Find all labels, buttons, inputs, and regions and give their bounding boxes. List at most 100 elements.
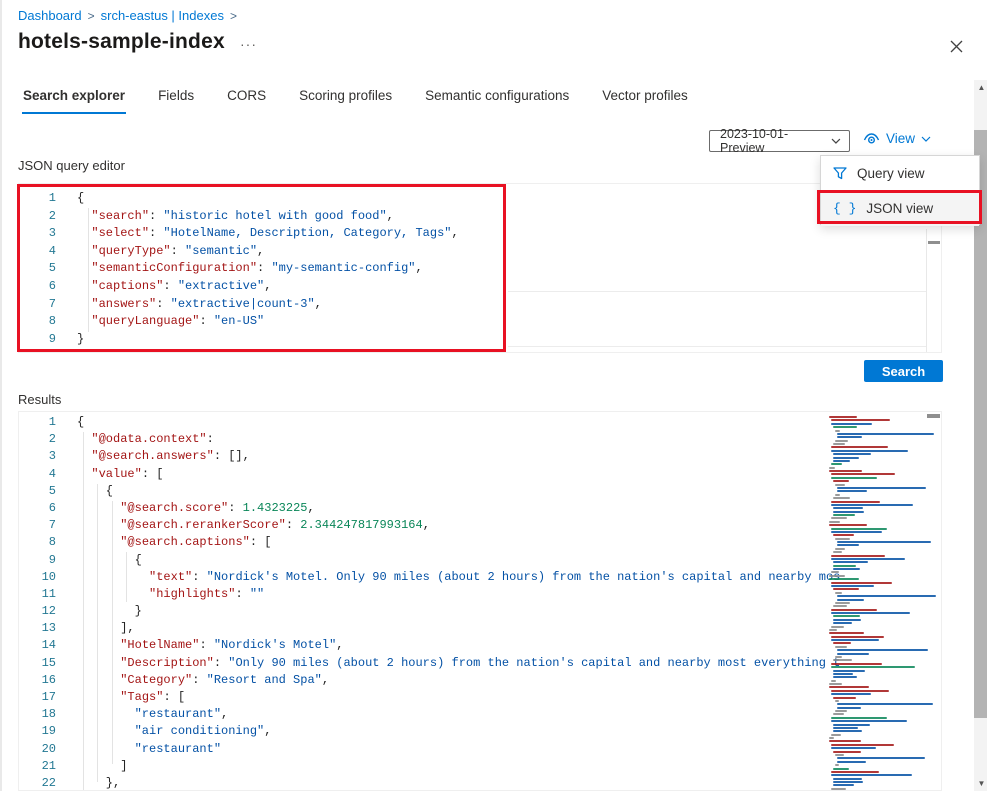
results-editor[interactable]: 1{2 "@odata.context":3 "@search.answers"… xyxy=(18,411,942,791)
editor-line xyxy=(508,291,927,292)
api-version-dropdown[interactable]: 2023-10-01-Preview xyxy=(709,130,850,152)
code-line[interactable]: 19 "air conditioning", xyxy=(19,723,941,740)
code-line[interactable]: 11 "highlights": "" xyxy=(19,586,941,603)
code-line[interactable]: 6 "@search.score": 1.4323225, xyxy=(19,500,941,517)
code-line[interactable]: 2 "@odata.context": xyxy=(19,431,941,448)
code-text: ] xyxy=(64,758,127,775)
code-line[interactable]: 13 ], xyxy=(19,620,941,637)
minimap-line xyxy=(833,615,860,617)
minimap-line xyxy=(835,494,840,496)
minimap-line xyxy=(833,480,849,482)
api-version-value: 2023-10-01-Preview xyxy=(720,127,831,155)
line-number: 18 xyxy=(19,706,64,723)
close-button[interactable] xyxy=(946,36,966,56)
indent-guide xyxy=(126,552,127,602)
scroll-down-icon[interactable]: ▼ xyxy=(974,776,987,791)
code-text: "semanticConfiguration": "my-semantic-co… xyxy=(64,260,423,278)
code-line[interactable]: 5 { xyxy=(19,483,941,500)
line-number: 5 xyxy=(19,260,64,278)
line-number: 16 xyxy=(19,672,64,689)
code-line[interactable]: 3 "select": "HotelName, Description, Cat… xyxy=(19,225,941,243)
tab-search-explorer[interactable]: Search explorer xyxy=(22,85,126,114)
minimap-line xyxy=(833,443,845,445)
more-options-button[interactable]: ··· xyxy=(240,36,257,52)
breadcrumb-service-indexes[interactable]: srch-eastus | Indexes xyxy=(101,8,224,23)
tab-vector-profiles[interactable]: Vector profiles xyxy=(601,85,689,114)
minimap-line xyxy=(831,693,871,695)
minimap-line xyxy=(831,720,907,722)
code-line[interactable]: 21 ] xyxy=(19,758,941,775)
code-line[interactable]: 17 "Tags": [ xyxy=(19,689,941,706)
tab-strip: Search explorer Fields CORS Scoring prof… xyxy=(22,85,689,114)
view-menu-button[interactable]: View xyxy=(863,131,931,146)
minimap-line xyxy=(831,663,882,665)
minimap-line xyxy=(831,626,844,628)
minimap-line xyxy=(833,534,854,536)
code-text: "restaurant", xyxy=(64,706,228,723)
minimap-line xyxy=(831,774,912,776)
breadcrumb: Dashboard > srch-eastus | Indexes > xyxy=(18,8,237,23)
code-line[interactable]: 9 { xyxy=(19,552,941,569)
code-line[interactable]: 2 "search": "historic hotel with good fo… xyxy=(19,208,941,226)
editor-scrollbar-thumb[interactable] xyxy=(927,414,940,418)
code-line[interactable]: 18 "restaurant", xyxy=(19,706,941,723)
minimap-line xyxy=(829,416,857,418)
tab-cors[interactable]: CORS xyxy=(226,85,267,114)
results-label: Results xyxy=(18,392,61,407)
code-text: "@search.answers": [], xyxy=(64,448,250,465)
line-number: 8 xyxy=(19,313,64,331)
minimap-line xyxy=(831,419,890,421)
minimap-line xyxy=(833,497,850,499)
code-line[interactable]: 1{ xyxy=(19,190,941,208)
code-line[interactable]: 5 "semanticConfiguration": "my-semantic-… xyxy=(19,260,941,278)
search-button[interactable]: Search xyxy=(864,360,943,382)
minimap-line xyxy=(833,778,862,780)
code-text: "air conditioning", xyxy=(64,723,271,740)
chevron-down-icon xyxy=(921,136,931,142)
view-label: View xyxy=(886,131,915,146)
code-text: { xyxy=(64,483,113,500)
minimap-line xyxy=(829,521,840,523)
menu-item-json-view[interactable]: { } JSON view xyxy=(821,191,979,226)
code-line[interactable]: 1{ xyxy=(19,414,941,431)
code-line[interactable]: 16 "Category": "Resort and Spa", xyxy=(19,672,941,689)
code-line[interactable]: 7 "answers": "extractive|count-3", xyxy=(19,296,941,314)
tab-semantic-configurations[interactable]: Semantic configurations xyxy=(424,85,570,114)
code-text: { xyxy=(64,552,142,569)
minimap-line xyxy=(833,507,863,509)
minimap-line xyxy=(835,430,840,432)
code-line[interactable]: 8 "@search.captions": [ xyxy=(19,534,941,551)
code-line[interactable]: 12 } xyxy=(19,603,941,620)
line-number: 19 xyxy=(19,723,64,740)
tab-fields[interactable]: Fields xyxy=(157,85,195,114)
eye-icon xyxy=(863,132,880,145)
code-line[interactable]: 4 "queryType": "semantic", xyxy=(19,243,941,261)
code-line[interactable]: 6 "captions": "extractive", xyxy=(19,278,941,296)
code-line[interactable]: 20 "restaurant" xyxy=(19,741,941,758)
minimap-line xyxy=(829,524,867,526)
minimap-line xyxy=(833,781,863,783)
minimap-line xyxy=(831,771,879,773)
code-line[interactable]: 8 "queryLanguage": "en-US" xyxy=(19,313,941,331)
code-line[interactable]: 14 "HotelName": "Nordick's Motel", xyxy=(19,637,941,654)
code-line[interactable]: 22 }, xyxy=(19,775,941,791)
minimap-line xyxy=(831,477,877,479)
minimap[interactable] xyxy=(823,414,939,790)
json-query-editor[interactable]: 1{2 "search": "historic hotel with good … xyxy=(18,183,942,353)
menu-item-query-view[interactable]: Query view xyxy=(821,156,979,191)
code-line[interactable]: 7 "@search.rerankerScore": 2.34424781799… xyxy=(19,517,941,534)
minimap-line xyxy=(831,744,894,746)
code-text: "HotelName": "Nordick's Motel", xyxy=(64,637,343,654)
code-line[interactable]: 10 "text": "Nordick's Motel. Only 90 mil… xyxy=(19,569,941,586)
tab-scoring-profiles[interactable]: Scoring profiles xyxy=(298,85,393,114)
scroll-up-icon[interactable]: ▲ xyxy=(974,80,987,95)
code-line[interactable]: 3 "@search.answers": [], xyxy=(19,448,941,465)
code-line[interactable]: 4 "value": [ xyxy=(19,466,941,483)
editor-scrollbar-thumb[interactable] xyxy=(928,241,940,244)
minimap-line xyxy=(829,686,869,688)
minimap-line xyxy=(837,544,859,546)
minimap-line xyxy=(833,457,859,459)
braces-icon: { } xyxy=(833,201,856,216)
code-line[interactable]: 15 "Description": "Only 90 miles (about … xyxy=(19,655,941,672)
breadcrumb-dashboard[interactable]: Dashboard xyxy=(18,8,82,23)
